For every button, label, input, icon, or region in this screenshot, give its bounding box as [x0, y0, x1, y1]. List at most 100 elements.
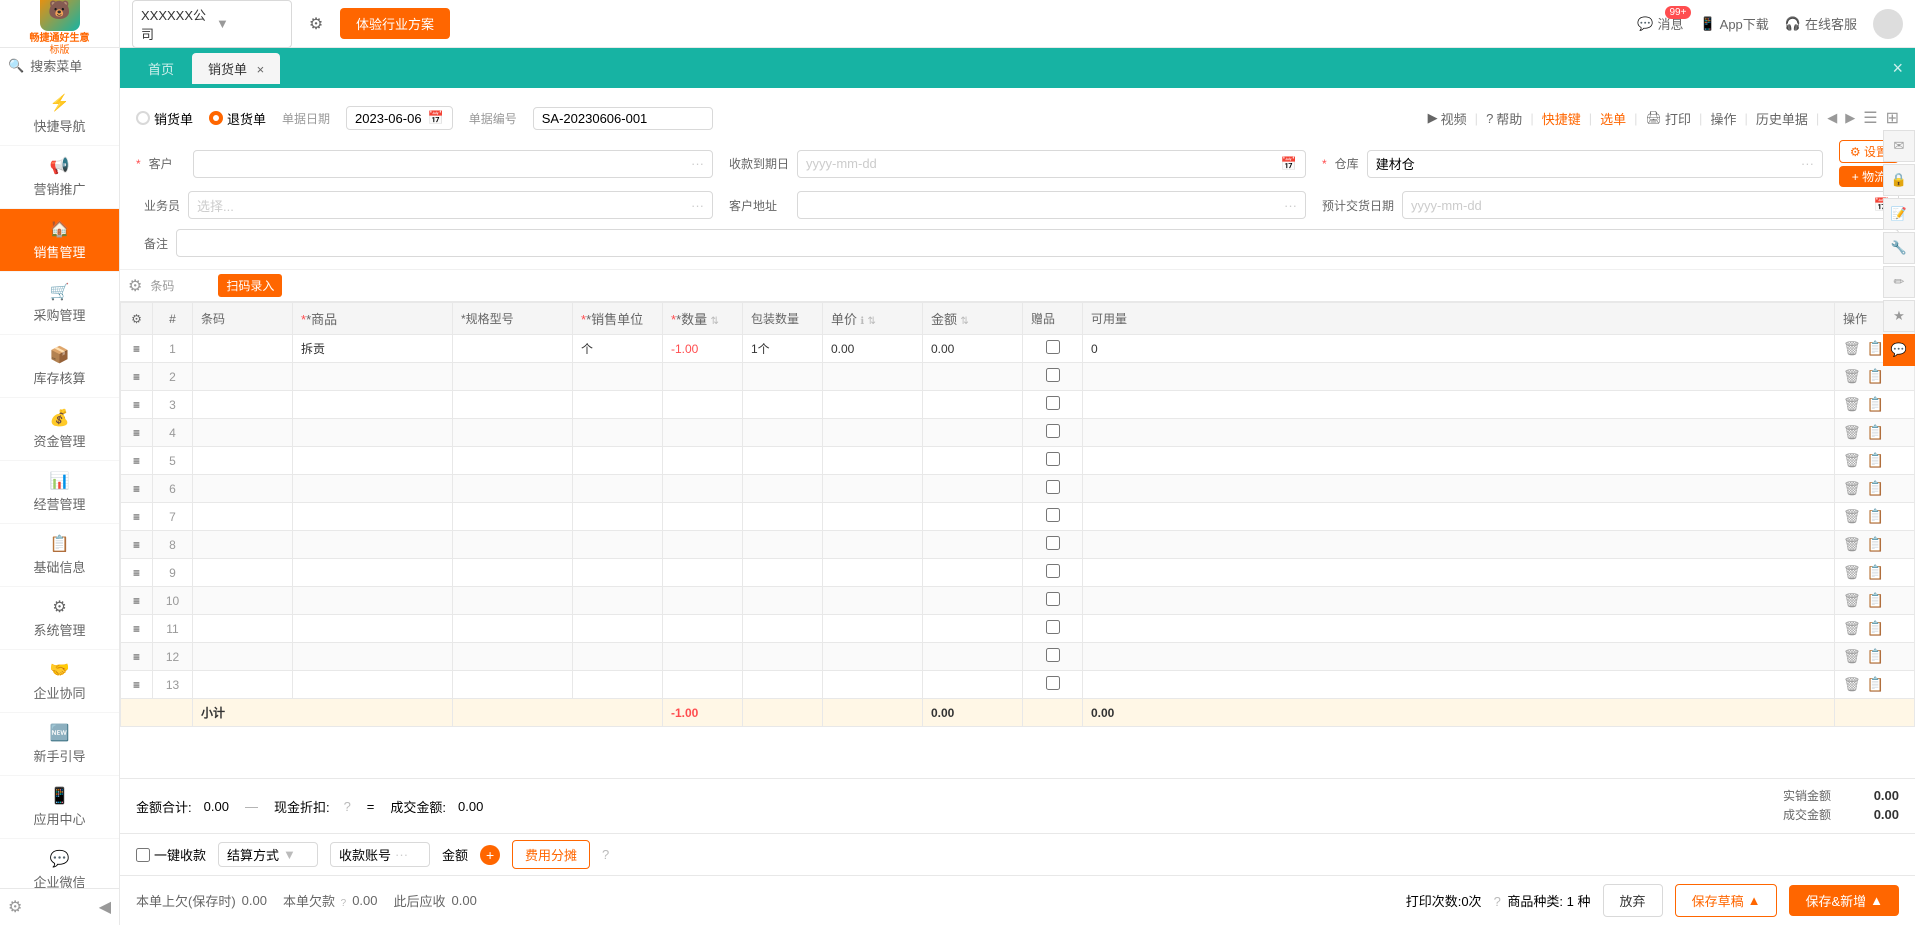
copy-row-button[interactable]: 📋	[1867, 592, 1884, 609]
choose-order-btn[interactable]: 选单	[1600, 109, 1626, 128]
sidebar-item-quick-nav[interactable]: ⚡ 快捷导航	[0, 83, 119, 146]
sidebar-item-inventory[interactable]: 📦 库存核算	[0, 335, 119, 398]
row-qty[interactable]: -1.00	[663, 335, 743, 363]
save-new-button[interactable]: 保存&新增 ▲	[1789, 885, 1899, 916]
sidebar-item-system[interactable]: ⚙ 系统管理	[0, 587, 119, 650]
tab-sales-order[interactable]: 销货单 ×	[192, 53, 280, 84]
tab-close-icon[interactable]: ×	[257, 62, 265, 77]
operation-btn[interactable]: 操作	[1710, 109, 1736, 128]
online-service-button[interactable]: 🎧 在线客服	[1785, 14, 1857, 33]
delete-row-button[interactable]: 🗑	[1843, 620, 1861, 637]
account-input[interactable]: 收款账号 ···	[330, 842, 430, 867]
app-download-button[interactable]: 📱 App下载	[1699, 14, 1768, 33]
sidebar-item-finance[interactable]: 💰 资金管理	[0, 398, 119, 461]
float-btn-3[interactable]: 📝	[1883, 198, 1915, 230]
table-settings-icon[interactable]: ⚙	[128, 276, 142, 296]
print-btn[interactable]: 🖨 打印	[1646, 109, 1692, 128]
delete-row-button[interactable]: 🗑	[1843, 480, 1861, 497]
copy-row-button[interactable]: 📋	[1867, 508, 1884, 525]
warehouse-input[interactable]: 建材仓 ···	[1367, 150, 1823, 178]
one-click-payment-checkbox[interactable]: 一键收款	[136, 845, 206, 864]
video-help-btn[interactable]: ▶ 视频	[1428, 109, 1467, 128]
tab-close-top-icon[interactable]: ×	[1892, 58, 1903, 79]
sidebar-item-enterprise[interactable]: 🤝 企业协同	[0, 650, 119, 713]
copy-row-button[interactable]: 📋	[1867, 396, 1884, 413]
delete-row-button[interactable]: 🗑	[1843, 452, 1861, 469]
delete-row-button[interactable]: 🗑	[1843, 676, 1861, 693]
scan-button[interactable]: 扫码录入	[218, 274, 282, 297]
sidebar-item-marketing[interactable]: 📢 营销推广	[0, 146, 119, 209]
row-spec[interactable]	[453, 335, 573, 363]
copy-row-button[interactable]: 📋	[1867, 564, 1884, 581]
float-btn-6[interactable]: ★	[1883, 300, 1915, 332]
discard-button[interactable]: 放弃	[1603, 884, 1663, 917]
delete-row-button[interactable]: 🗑	[1843, 592, 1861, 609]
delete-row-button[interactable]: 🗑	[1843, 340, 1861, 357]
order-number-input[interactable]: SA-20230606-001	[533, 107, 713, 130]
row-goods[interactable]: 拆贡	[293, 335, 453, 363]
nav-next-icon[interactable]: ▶	[1845, 110, 1855, 126]
row-price[interactable]: 0.00	[823, 335, 923, 363]
copy-row-button[interactable]: 📋	[1867, 340, 1884, 357]
sidebar-item-appstore[interactable]: 📱 应用中心	[0, 776, 119, 839]
salesperson-input[interactable]: 选择... ···	[188, 191, 713, 219]
sidebar-item-guide[interactable]: 🆕 新手引导	[0, 713, 119, 776]
note-input[interactable]	[176, 229, 1899, 257]
copy-row-button[interactable]: 📋	[1867, 676, 1884, 693]
messages-button[interactable]: 💬 消息 99+	[1637, 14, 1683, 33]
sidebar-item-operations[interactable]: 📊 经营管理	[0, 461, 119, 524]
settings-icon[interactable]: ⚙	[300, 8, 332, 40]
delete-row-button[interactable]: 🗑	[1843, 396, 1861, 413]
copy-row-button[interactable]: 📋	[1867, 620, 1884, 637]
user-avatar[interactable]	[1873, 9, 1903, 39]
row-pkg-qty[interactable]: 1个	[743, 335, 823, 363]
goods-types-help-icon[interactable]: ?	[1494, 894, 1501, 909]
copy-row-button[interactable]: 📋	[1867, 368, 1884, 385]
float-btn-4[interactable]: 🔧	[1883, 232, 1915, 264]
delete-row-button[interactable]: 🗑	[1843, 564, 1861, 581]
row-barcode[interactable]	[193, 335, 293, 363]
row-unit[interactable]: 个	[573, 335, 663, 363]
delete-row-button[interactable]: 🗑	[1843, 648, 1861, 665]
due-date-input[interactable]: yyyy-mm-dd 📅	[797, 150, 1306, 178]
delete-row-button[interactable]: 🗑	[1843, 508, 1861, 525]
sidebar-item-basic[interactable]: 📋 基础信息	[0, 524, 119, 587]
fee-split-button[interactable]: 费用分摊	[512, 840, 590, 869]
float-btn-1[interactable]: ✉	[1883, 130, 1915, 162]
radio-sales-order[interactable]: 销货单	[136, 109, 193, 128]
float-btn-5[interactable]: ✏	[1883, 266, 1915, 298]
col-header-settings[interactable]: ⚙	[121, 303, 153, 335]
save-draft-button[interactable]: 保存草稿 ▲	[1675, 884, 1778, 917]
sidebar-item-wechat[interactable]: 💬 企业微信	[0, 839, 119, 888]
history-btn[interactable]: 历史单据	[1756, 109, 1808, 128]
owe-help-icon[interactable]: ?	[341, 898, 347, 909]
delete-row-button[interactable]: 🗑	[1843, 368, 1861, 385]
copy-row-button[interactable]: 📋	[1867, 648, 1884, 665]
date-input[interactable]: 2023-06-06 📅	[346, 106, 453, 130]
trial-button[interactable]: 体验行业方案	[340, 8, 450, 39]
tab-home[interactable]: 首页	[132, 53, 190, 84]
view-list-icon[interactable]: ☰	[1863, 108, 1877, 128]
copy-row-button[interactable]: 📋	[1867, 452, 1884, 469]
sidebar-item-purchase[interactable]: 🛒 采购管理	[0, 272, 119, 335]
search-menu[interactable]: 🔍 搜索菜单	[0, 48, 119, 83]
company-selector[interactable]: XXXXXX公司 ▼	[132, 0, 292, 48]
sidebar-item-sales[interactable]: 🏠 销售管理	[0, 209, 119, 272]
calc-method-input[interactable]: 结算方式 ▼	[218, 842, 318, 867]
customer-input[interactable]: ···	[193, 150, 713, 178]
copy-row-button[interactable]: 📋	[1867, 424, 1884, 441]
one-click-checkbox-input[interactable]	[136, 848, 150, 862]
settings-bottom-icon[interactable]: ⚙	[8, 897, 22, 917]
radio-return-order[interactable]: 退货单	[209, 109, 266, 128]
delete-row-button[interactable]: 🗑	[1843, 536, 1861, 553]
collapse-sidebar-icon[interactable]: ◀	[99, 897, 111, 917]
row-drag-handle[interactable]: ≡	[121, 335, 153, 363]
float-btn-2[interactable]: 🔒	[1883, 164, 1915, 196]
delete-row-button[interactable]: 🗑	[1843, 424, 1861, 441]
payment-help-icon[interactable]: ?	[602, 847, 609, 862]
help-btn[interactable]: ? 帮助	[1486, 109, 1522, 128]
add-payment-button[interactable]: +	[480, 845, 500, 865]
shortcut-btn[interactable]: 快捷键	[1542, 109, 1581, 128]
delivery-date-input[interactable]: yyyy-mm-dd 📅	[1402, 191, 1899, 219]
copy-row-button[interactable]: 📋	[1867, 536, 1884, 553]
